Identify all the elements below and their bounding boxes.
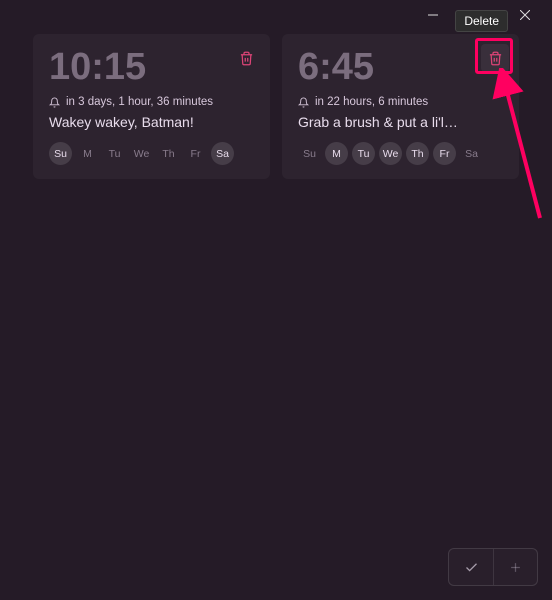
alarm-next: in 22 hours, 6 minutes bbox=[298, 96, 503, 108]
check-icon bbox=[464, 560, 479, 575]
day-toggle[interactable]: M bbox=[325, 142, 348, 165]
day-toggle[interactable]: We bbox=[130, 142, 153, 165]
bell-icon bbox=[298, 97, 309, 108]
day-toggle[interactable]: Su bbox=[49, 142, 72, 165]
day-toggle[interactable]: Tu bbox=[103, 142, 126, 165]
day-toggle[interactable]: Sa bbox=[460, 142, 483, 165]
minimize-button[interactable] bbox=[410, 0, 456, 30]
day-toggle[interactable]: We bbox=[379, 142, 402, 165]
plus-icon bbox=[508, 560, 523, 575]
alarm-time: 10:15 bbox=[49, 48, 254, 86]
day-toggle[interactable]: Fr bbox=[184, 142, 207, 165]
alarm-title: Wakey wakey, Batman! bbox=[49, 114, 254, 130]
delete-tooltip: Delete bbox=[455, 10, 508, 32]
day-toggle[interactable]: Sa bbox=[211, 142, 234, 165]
delete-alarm-button[interactable] bbox=[232, 44, 260, 72]
day-toggle[interactable]: Tu bbox=[352, 142, 375, 165]
bottom-toolbar bbox=[448, 548, 538, 586]
alarm-card[interactable]: 10:15 in 3 days, 1 hour, 36 minutes Wake… bbox=[33, 34, 270, 179]
day-toggle[interactable]: M bbox=[76, 142, 99, 165]
alarm-cards: 10:15 in 3 days, 1 hour, 36 minutes Wake… bbox=[0, 30, 552, 183]
annotation-highlight-box bbox=[475, 38, 513, 74]
add-alarm-button[interactable] bbox=[493, 549, 537, 585]
day-toggle[interactable]: Th bbox=[157, 142, 180, 165]
bell-icon bbox=[49, 97, 60, 108]
alarm-time: 6:45 bbox=[298, 48, 503, 86]
alarm-next-text: in 22 hours, 6 minutes bbox=[315, 96, 428, 108]
close-button[interactable] bbox=[502, 0, 548, 30]
alarm-days: Su M Tu We Th Fr Sa bbox=[298, 142, 503, 165]
day-toggle[interactable]: Su bbox=[298, 142, 321, 165]
alarm-days: Su M Tu We Th Fr Sa bbox=[49, 142, 254, 165]
alarm-next: in 3 days, 1 hour, 36 minutes bbox=[49, 96, 254, 108]
window-titlebar: Delete bbox=[0, 0, 552, 30]
trash-icon bbox=[239, 51, 254, 66]
day-toggle[interactable]: Fr bbox=[433, 142, 456, 165]
alarm-title: Grab a brush & put a li'l… bbox=[298, 114, 503, 130]
alarm-next-text: in 3 days, 1 hour, 36 minutes bbox=[66, 96, 213, 108]
alarm-card[interactable]: 6:45 in 22 hours, 6 minutes Grab a brush… bbox=[282, 34, 519, 179]
day-toggle[interactable]: Th bbox=[406, 142, 429, 165]
confirm-button[interactable] bbox=[449, 549, 493, 585]
